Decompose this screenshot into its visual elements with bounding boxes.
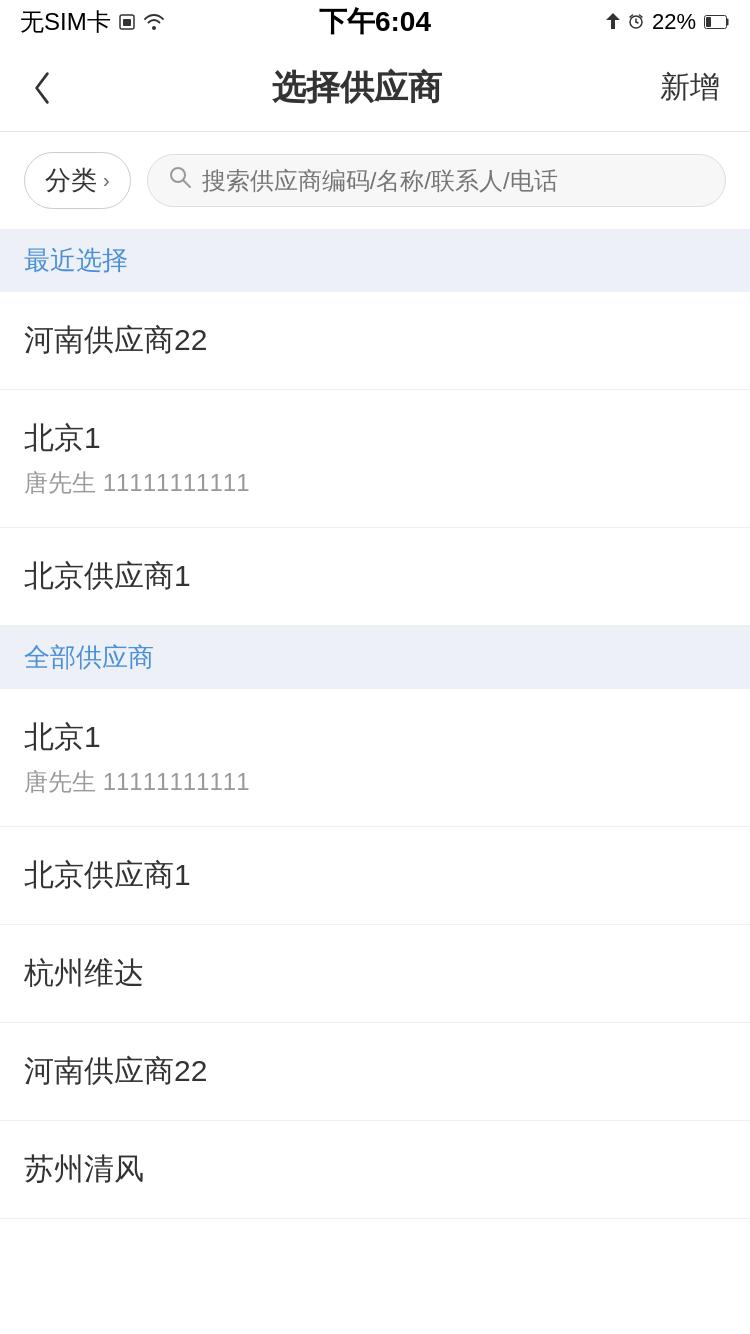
status-bar: 无SIM卡 下午6:04 xyxy=(0,0,750,44)
location-icon xyxy=(606,9,620,35)
sim-icon xyxy=(119,8,135,36)
all-item-1-sub: 唐先生 11111111111 xyxy=(24,766,726,798)
all-item-1[interactable]: 北京1 唐先生 11111111111 xyxy=(0,689,750,827)
recent-section-header: 最近选择 xyxy=(0,229,750,292)
category-button[interactable]: 分类 › xyxy=(24,152,131,209)
svg-rect-6 xyxy=(706,17,711,27)
category-label: 分类 xyxy=(45,163,97,198)
recent-item-2[interactable]: 北京1 唐先生 11111111111 xyxy=(0,390,750,528)
recent-item-2-sub: 唐先生 11111111111 xyxy=(24,467,726,499)
recent-items-list: 河南供应商22 北京1 唐先生 11111111111 北京供应商1 xyxy=(0,292,750,626)
svg-line-8 xyxy=(183,181,190,188)
recent-header-text: 最近选择 xyxy=(24,245,128,275)
search-box xyxy=(147,154,726,207)
svg-line-4 xyxy=(636,22,638,23)
all-item-1-name: 北京1 xyxy=(24,717,726,758)
search-input[interactable] xyxy=(202,167,705,195)
all-item-2-name: 北京供应商1 xyxy=(24,855,726,896)
all-items-list: 北京1 唐先生 11111111111 北京供应商1 杭州维达 河南供应商22 … xyxy=(0,689,750,1219)
carrier-text: 无SIM卡 xyxy=(20,6,111,38)
battery-text: 22% xyxy=(652,9,696,35)
add-button[interactable]: 新增 xyxy=(660,67,720,108)
recent-item-2-name: 北京1 xyxy=(24,418,726,459)
svg-rect-1 xyxy=(123,19,131,26)
filter-bar: 分类 › xyxy=(0,132,750,229)
nav-bar: 选择供应商 新增 xyxy=(0,44,750,132)
recent-item-3-name: 北京供应商1 xyxy=(24,556,726,597)
battery-icon xyxy=(704,9,730,35)
back-button[interactable] xyxy=(30,70,54,106)
all-item-3-name: 杭州维达 xyxy=(24,953,726,994)
all-header-text: 全部供应商 xyxy=(24,642,154,672)
all-item-4-name: 河南供应商22 xyxy=(24,1051,726,1092)
recent-item-1[interactable]: 河南供应商22 xyxy=(0,292,750,390)
search-icon xyxy=(168,165,192,196)
recent-item-1-name: 河南供应商22 xyxy=(24,320,726,361)
all-section-header: 全部供应商 xyxy=(0,626,750,689)
page-title: 选择供应商 xyxy=(272,65,442,111)
status-left: 无SIM卡 xyxy=(20,6,165,38)
all-item-4[interactable]: 河南供应商22 xyxy=(0,1023,750,1121)
status-time: 下午6:04 xyxy=(319,3,431,41)
recent-item-3[interactable]: 北京供应商1 xyxy=(0,528,750,626)
all-item-5-name: 苏州清风 xyxy=(24,1149,726,1190)
all-item-5[interactable]: 苏州清风 xyxy=(0,1121,750,1219)
alarm-icon xyxy=(628,9,644,35)
all-item-2[interactable]: 北京供应商1 xyxy=(0,827,750,925)
wifi-icon xyxy=(143,8,165,36)
chevron-icon: › xyxy=(103,169,110,192)
status-right: 22% xyxy=(606,9,730,35)
all-item-3[interactable]: 杭州维达 xyxy=(0,925,750,1023)
